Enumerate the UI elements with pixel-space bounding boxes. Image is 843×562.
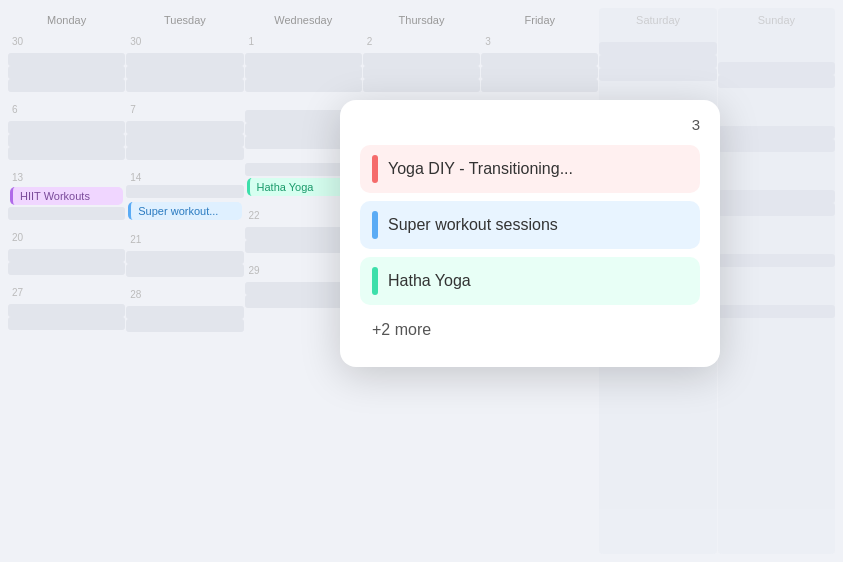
super-dot [372,211,378,239]
popup-event-hatha-label: Hatha Yoga [388,272,471,290]
popup-event-hatha[interactable]: Hatha Yoga [360,257,700,305]
day-header-monday: Monday [8,8,125,34]
popup-more[interactable]: +2 more [360,313,700,347]
day-header-friday: Friday [481,8,598,34]
day-header-saturday: Saturday [599,8,716,34]
event-popup: 3 Yoga DIY - Transitioning... Super work… [340,100,720,367]
popup-date: 3 [360,116,700,133]
popup-event-yoga-label: Yoga DIY - Transitioning... [388,160,573,178]
day-column-tuesday: Tuesday 30 7 14 Super workout... 21 28 [126,8,243,554]
day-header-thursday: Thursday [363,8,480,34]
day-column-monday: Monday 30 6 13 HIIT Workouts 20 [8,8,125,554]
day-column-sunday: Sunday [718,8,835,554]
day-header-wednesday: Wednesday [245,8,362,34]
popup-event-super[interactable]: Super workout sessions [360,201,700,249]
yoga-dot [372,155,378,183]
hatha-dot [372,267,378,295]
popup-event-yoga[interactable]: Yoga DIY - Transitioning... [360,145,700,193]
day-header-sunday: Sunday [718,8,835,34]
day-header-tuesday: Tuesday [126,8,243,34]
super-event-cal[interactable]: Super workout... [128,202,241,220]
hiit-event[interactable]: HIIT Workouts [10,187,123,205]
calendar-container: Monday 30 6 13 HIIT Workouts 20 [0,0,843,562]
popup-event-super-label: Super workout sessions [388,216,558,234]
